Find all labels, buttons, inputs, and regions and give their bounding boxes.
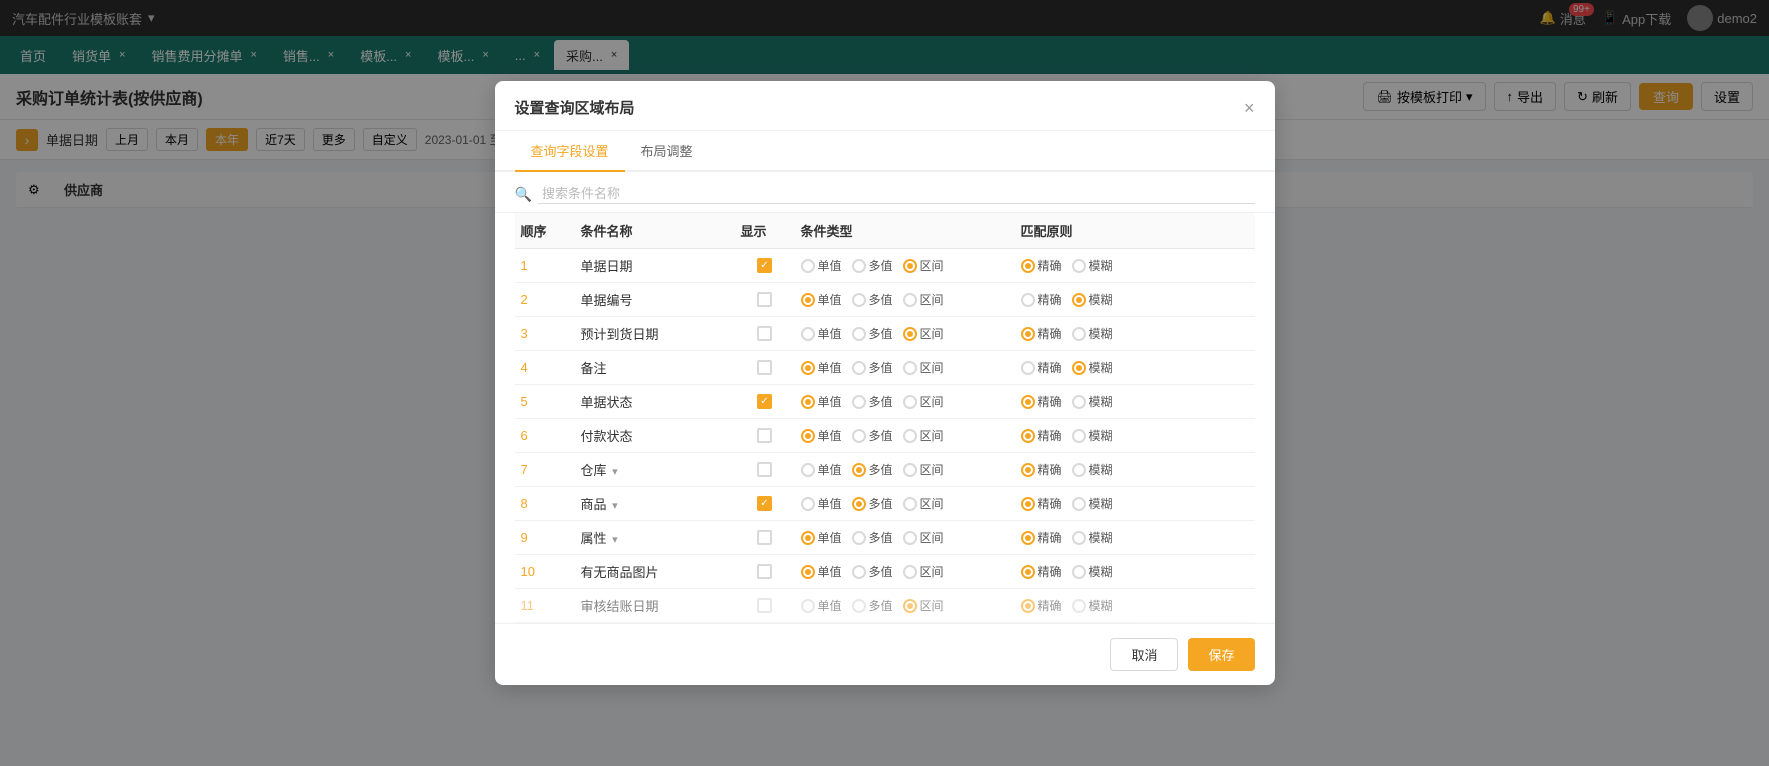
table-row: 6 付款状态 单值 多值 区间 精确 模糊 <box>515 419 1255 453</box>
row-4-display-checkbox[interactable] <box>757 360 772 375</box>
row-2-type-multi[interactable]: 多值 <box>852 291 893 308</box>
dialog-tab-fields[interactable]: 查询字段设置 <box>515 131 625 172</box>
row-7-display-checkbox[interactable] <box>757 462 772 477</box>
col-type: 条件类型 <box>795 221 1015 240</box>
dialog-header: 设置查询区域布局 × <box>495 81 1275 131</box>
dialog-footer: 取消 保存 <box>495 623 1275 685</box>
table-row: 3 预计到货日期 单值 多值 区间 精确 模糊 <box>515 317 1255 351</box>
row-2-type-group: 单值 多值 区间 <box>801 291 944 308</box>
row-3-display-checkbox[interactable] <box>757 326 772 341</box>
row-1-match-exact[interactable]: 精确 <box>1021 257 1062 274</box>
row-11-name: 审核结账日期 <box>581 596 659 615</box>
dialog-overlay: 设置查询区域布局 × 查询字段设置 布局调整 🔍 顺序 条件名称 显示 条件类型 <box>0 0 1769 766</box>
row-1-type-group: 单值 多值 区间 <box>801 257 944 274</box>
row-3-type-group: 单值 多值 区间 <box>801 325 944 342</box>
row-2-name: 单据编号 <box>581 290 633 309</box>
row-2-type-range[interactable]: 区间 <box>903 291 944 308</box>
dialog-table: 顺序 条件名称 显示 条件类型 匹配原则 1 单据日期 ✓ 单值 多值 区间 <box>495 213 1275 623</box>
row-9-name: 属性 ▾ <box>581 528 618 547</box>
row-7-name: 仓库 ▾ <box>581 460 618 479</box>
row-10-name: 有无商品图片 <box>581 562 659 581</box>
row-6-name: 付款状态 <box>581 426 633 445</box>
col-name: 条件名称 <box>575 221 735 240</box>
row-1-order: 1 <box>521 258 528 273</box>
row-1-match-fuzzy[interactable]: 模糊 <box>1072 257 1113 274</box>
settings-dialog: 设置查询区域布局 × 查询字段设置 布局调整 🔍 顺序 条件名称 显示 条件类型 <box>495 81 1275 685</box>
table-head-row: 顺序 条件名称 显示 条件类型 匹配原则 <box>515 213 1255 249</box>
row-9-order: 9 <box>521 530 528 545</box>
table-row: 2 单据编号 单值 多值 区间 精确 模糊 <box>515 283 1255 317</box>
search-input[interactable] <box>538 184 1255 204</box>
row-2-type-single[interactable]: 单值 <box>801 291 842 308</box>
row-11-display-checkbox[interactable] <box>757 598 772 613</box>
dialog-search-area: 🔍 <box>495 172 1275 213</box>
table-row: 11 审核结账日期 单值 多值 区间 精确 模糊 <box>515 589 1255 623</box>
row-8-display-checkbox[interactable]: ✓ <box>757 496 772 511</box>
row-1-display-checkbox[interactable]: ✓ <box>757 258 772 273</box>
row-1-type-range[interactable]: 区间 <box>903 257 944 274</box>
table-row: 10 有无商品图片 单值 多值 区间 精确 模糊 <box>515 555 1255 589</box>
table-row: 9 属性 ▾ 单值 多值 区间 精确 模糊 <box>515 521 1255 555</box>
table-row: 1 单据日期 ✓ 单值 多值 区间 精确 模糊 <box>515 249 1255 283</box>
row-2-match-fuzzy[interactable]: 模糊 <box>1072 291 1113 308</box>
row-8-name: 商品 ▾ <box>581 494 618 513</box>
row-2-order: 2 <box>521 292 528 307</box>
row-1-name: 单据日期 <box>581 256 633 275</box>
row-2-display-checkbox[interactable] <box>757 292 772 307</box>
row-4-name: 备注 <box>581 358 607 377</box>
col-order: 顺序 <box>515 221 575 240</box>
table-row: 7 仓库 ▾ 单值 多值 区间 精确 模糊 <box>515 453 1255 487</box>
col-match: 匹配原则 <box>1015 221 1215 240</box>
row-3-order: 3 <box>521 326 528 341</box>
cancel-button[interactable]: 取消 <box>1110 638 1178 671</box>
row-10-order: 10 <box>521 564 535 579</box>
row-4-order: 4 <box>521 360 528 375</box>
dialog-tab-layout[interactable]: 布局调整 <box>625 131 709 172</box>
row-6-display-checkbox[interactable] <box>757 428 772 443</box>
row-6-order: 6 <box>521 428 528 443</box>
row-8-order: 8 <box>521 496 528 511</box>
row-1-match-group: 精确 模糊 <box>1021 257 1113 274</box>
table-row: 8 商品 ▾ ✓ 单值 多值 区间 精确 模糊 <box>515 487 1255 521</box>
table-row: 4 备注 单值 多值 区间 精确 模糊 <box>515 351 1255 385</box>
col-display: 显示 <box>735 221 795 240</box>
row-7-order: 7 <box>521 462 528 477</box>
dialog-tabs: 查询字段设置 布局调整 <box>495 131 1275 172</box>
row-1-type-multi[interactable]: 多值 <box>852 257 893 274</box>
row-3-name: 预计到货日期 <box>581 324 659 343</box>
dialog-close-button[interactable]: × <box>1244 99 1255 117</box>
row-1-type-single[interactable]: 单值 <box>801 257 842 274</box>
row-10-display-checkbox[interactable] <box>757 564 772 579</box>
save-button[interactable]: 保存 <box>1188 638 1254 671</box>
row-5-display-checkbox[interactable]: ✓ <box>757 394 772 409</box>
row-9-display-checkbox[interactable] <box>757 530 772 545</box>
row-3-match-group: 精确 模糊 <box>1021 325 1113 342</box>
row-5-order: 5 <box>521 394 528 409</box>
row-11-order: 11 <box>521 598 535 613</box>
table-row: 5 单据状态 ✓ 单值 多值 区间 精确 模糊 <box>515 385 1255 419</box>
row-2-match-group: 精确 模糊 <box>1021 291 1113 308</box>
row-5-name: 单据状态 <box>581 392 633 411</box>
search-icon: 🔍 <box>515 186 532 203</box>
dialog-title: 设置查询区域布局 <box>515 97 635 118</box>
row-2-match-exact[interactable]: 精确 <box>1021 291 1062 308</box>
